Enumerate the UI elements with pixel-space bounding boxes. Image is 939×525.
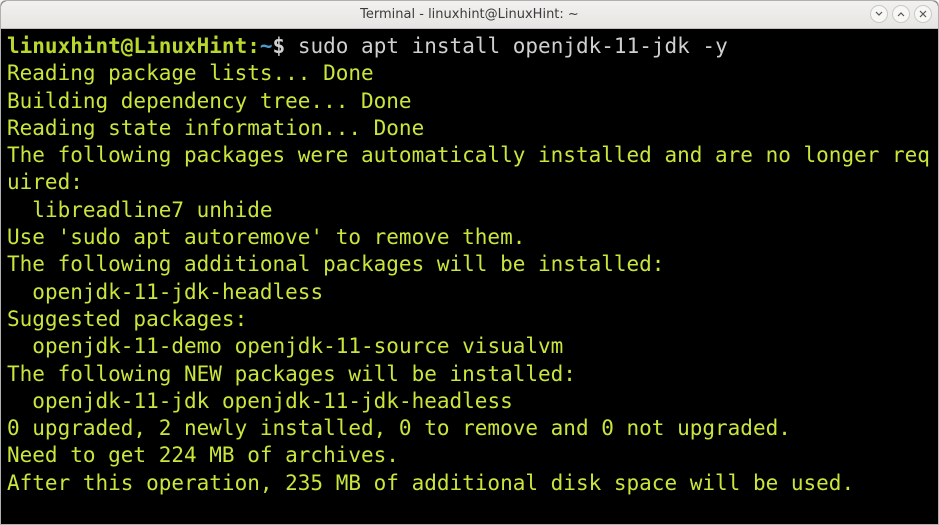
prompt-user-host: linuxhint@LinuxHint [7,34,247,58]
prompt-sigil: $ [273,34,286,58]
output-line: Use 'sudo apt autoremove' to remove them… [7,225,525,249]
prompt-colon: : [247,34,260,58]
output-line: The following additional packages will b… [7,252,664,276]
output-line: The following packages were automaticall… [7,143,930,194]
output-line: Need to get 224 MB of archives. [7,443,399,467]
output-line: Reading package lists... Done [7,61,374,85]
minimize-icon [875,10,883,18]
output-line: libreadline7 unhide [7,198,273,222]
output-line: openjdk-11-demo openjdk-11-source visual… [7,334,563,358]
window-title: Terminal - linuxhint@LinuxHint: ~ [360,7,579,22]
maximize-icon [897,10,905,18]
output-line: 0 upgraded, 2 newly installed, 0 to remo… [7,416,791,440]
output-line: After this operation, 235 MB of addition… [7,471,854,495]
output-line: openjdk-11-jdk-headless [7,280,323,304]
output-line: Suggested packages: [7,307,247,331]
output-line: openjdk-11-jdk openjdk-11-jdk-headless [7,389,513,413]
output-line: Building dependency tree... Done [7,89,412,113]
terminal-window: Terminal - linuxhint@LinuxHint: ~ linuxh… [0,0,939,525]
close-icon [919,10,927,18]
window-controls [870,5,932,23]
prompt-path: ~ [260,34,273,58]
command-text: sudo apt install openjdk-11-jdk -y [298,34,728,58]
minimize-button[interactable] [870,5,888,23]
close-button[interactable] [914,5,932,23]
titlebar: Terminal - linuxhint@LinuxHint: ~ [1,1,938,29]
terminal-body[interactable]: linuxhint@LinuxHint:~$ sudo apt install … [1,29,938,524]
output-line: The following NEW packages will be insta… [7,362,576,386]
output-line: Reading state information... Done [7,116,424,140]
maximize-button[interactable] [892,5,910,23]
